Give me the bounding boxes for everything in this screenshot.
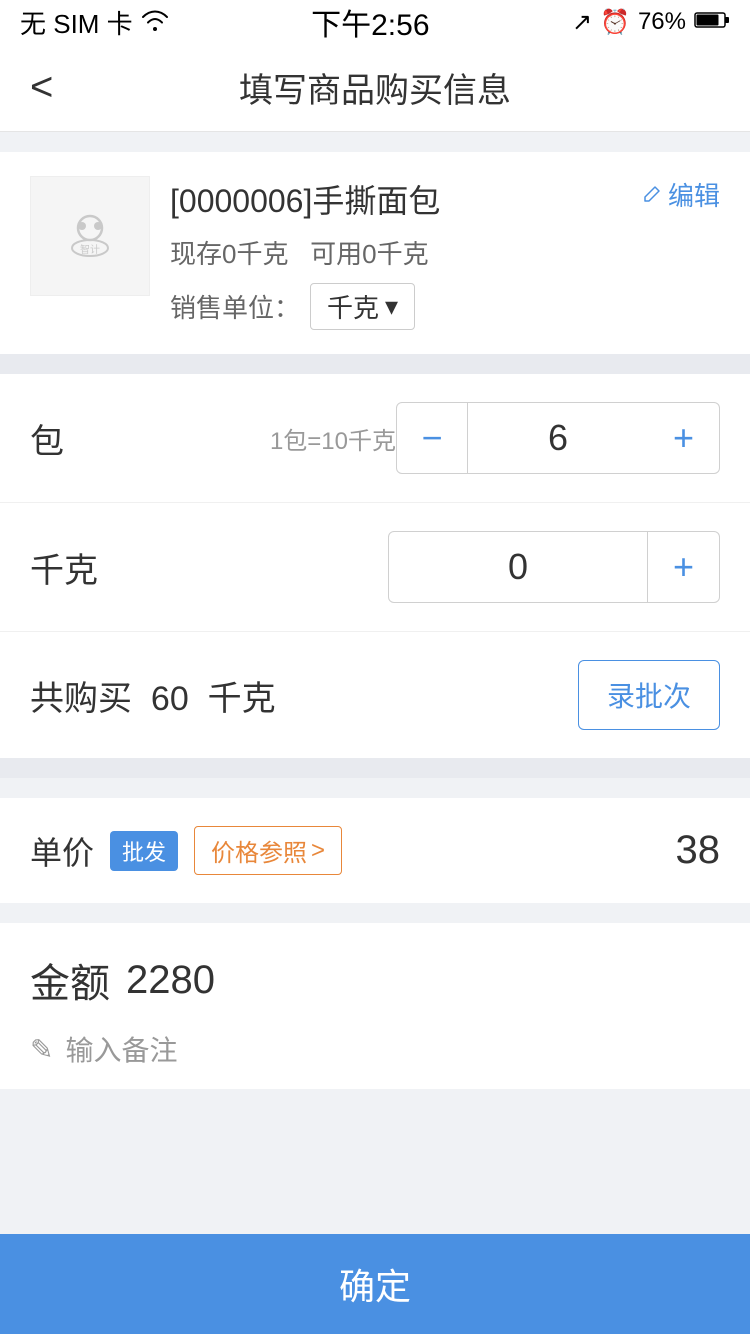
amount-label: 金额: [30, 951, 110, 1009]
total-label: 共购买 60 千克: [30, 671, 276, 720]
package-label: 包: [30, 414, 258, 463]
back-button[interactable]: <: [30, 65, 53, 110]
section-divider-2: [0, 758, 750, 778]
page-title: 填写商品购买信息: [239, 63, 511, 112]
price-ref-button[interactable]: 价格参照 >: [194, 826, 342, 875]
section-divider-1: [0, 354, 750, 374]
total-value: 60: [151, 680, 189, 718]
remark-row[interactable]: ✎ 输入备注: [30, 1029, 720, 1069]
battery-text: 76%: [638, 8, 686, 36]
location-icon: ↗: [572, 8, 592, 37]
amount-section: 金额 2280 ✎ 输入备注: [0, 923, 750, 1089]
remark-placeholder: 输入备注: [65, 1029, 177, 1069]
record-batch-button[interactable]: 录批次: [578, 660, 720, 730]
price-tag: 批发: [110, 831, 178, 871]
kg-quantity-input[interactable]: [388, 531, 648, 603]
price-section: 单价 批发 价格参照 > 38: [0, 798, 750, 903]
battery-icon: [694, 8, 730, 36]
quantity-section: 包 1包=10千克 − + 千克 +: [0, 374, 750, 632]
product-info: [0000006]手撕面包 编辑 现存0千克 可用0千克 销售单位： 千克 ▾: [170, 176, 720, 330]
kg-plus-button[interactable]: +: [648, 531, 720, 603]
package-quantity-control: − +: [396, 402, 720, 474]
nav-bar: < 填写商品购买信息: [0, 44, 750, 132]
package-minus-button[interactable]: −: [396, 402, 468, 474]
package-hint: 1包=10千克: [270, 421, 396, 456]
product-image: 智计: [30, 176, 150, 296]
amount-value: 2280: [126, 958, 215, 1003]
package-quantity-input[interactable]: [468, 402, 648, 474]
product-stock: 现存0千克 可用0千克: [170, 234, 720, 271]
product-unit-row: 销售单位： 千克 ▾: [170, 283, 720, 330]
amount-row: 金额 2280: [30, 951, 720, 1009]
package-row: 包 1包=10千克 − +: [0, 374, 750, 503]
kg-quantity-control: +: [388, 531, 720, 603]
status-right: ↗ ⏰ 76%: [572, 8, 730, 37]
price-value: 38: [676, 828, 721, 873]
status-bar: 无 SIM 卡 下午2:56 ↗ ⏰ 76%: [0, 0, 750, 44]
kg-label: 千克: [30, 543, 388, 592]
wifi-icon: [141, 7, 169, 38]
kg-row: 千克 +: [0, 503, 750, 632]
package-plus-button[interactable]: +: [648, 402, 720, 474]
content-spacer: [0, 1089, 750, 1234]
alarm-icon: ⏰: [600, 8, 630, 37]
edit-button[interactable]: 编辑: [640, 176, 720, 213]
status-time: 下午2:56: [311, 0, 429, 44]
product-card: 智计 [0000006]手撕面包 编辑 现存0千克 可用0千克 销售单位： 千克…: [0, 152, 750, 354]
price-label: 单价: [30, 828, 94, 874]
carrier-text: 无 SIM 卡: [20, 4, 133, 41]
svg-text:智计: 智计: [80, 243, 100, 256]
total-row: 共购买 60 千克 录批次: [0, 632, 750, 758]
remark-icon: ✎: [30, 1033, 53, 1066]
confirm-button[interactable]: 确定: [0, 1234, 750, 1334]
status-carrier: 无 SIM 卡: [20, 4, 169, 41]
price-row: 单价 批发 价格参照 > 38: [30, 826, 720, 875]
unit-select[interactable]: 千克 ▾: [310, 283, 415, 330]
product-name: [0000006]手撕面包: [170, 176, 440, 222]
